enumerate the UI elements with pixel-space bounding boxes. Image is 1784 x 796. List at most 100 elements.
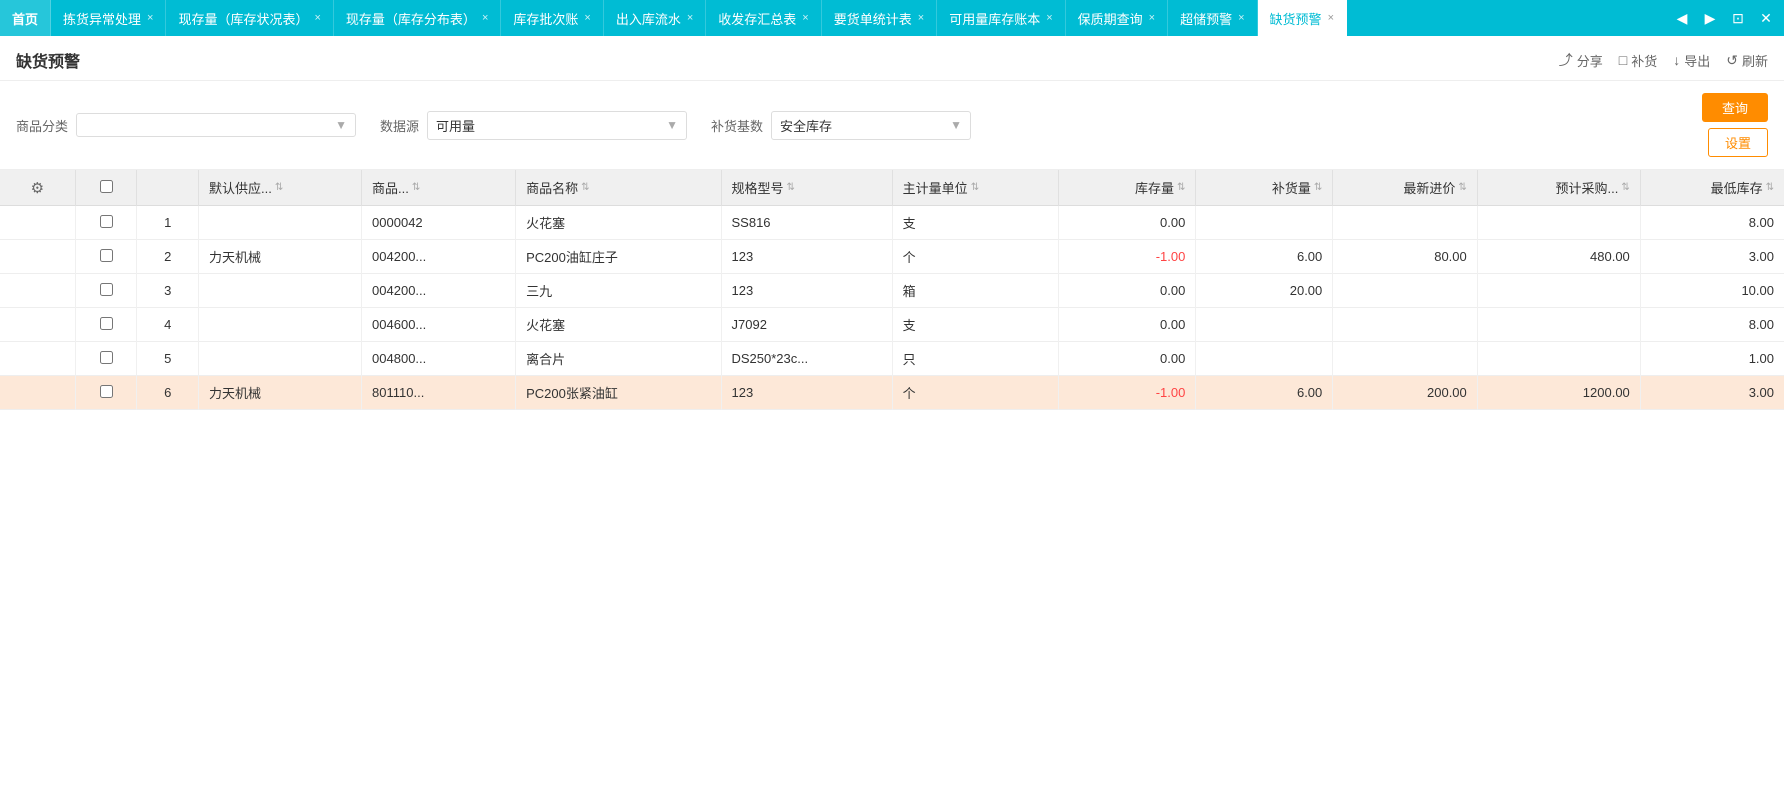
unit-sort-icon[interactable]: ⇅ xyxy=(971,182,979,193)
td-supplier-2 xyxy=(199,274,362,308)
nav-tab-11[interactable]: 缺货预警 × xyxy=(1258,0,1347,36)
category-filter-group: 商品分类 ▼ xyxy=(16,113,356,137)
replenish-filter-label: 补货基数 xyxy=(711,116,763,135)
purchase-sort-icon[interactable]: ⇅ xyxy=(1621,182,1629,193)
nav-tab-5-close[interactable]: × xyxy=(687,12,693,24)
nav-tab-1[interactable]: 拣货异常处理 × xyxy=(51,0,166,36)
category-select[interactable]: ▼ xyxy=(76,113,356,137)
nav-tab-2-close[interactable]: × xyxy=(314,12,320,24)
page-header: 缺货预警 ⤴ 分享 □ 补货 ↓ 导出 ↺ 刷新 xyxy=(0,36,1784,81)
nav-tab-home-label: 首页 xyxy=(12,9,38,28)
nav-restore-button[interactable]: ⊡ xyxy=(1724,4,1752,32)
nav-tab-2-label: 现存量（库存状况表） xyxy=(178,9,308,28)
th-settings[interactable]: ⚙ xyxy=(0,170,75,206)
nav-close-all-button[interactable]: ✕ xyxy=(1752,4,1780,32)
replenish-action[interactable]: □ 补货 xyxy=(1619,51,1657,70)
refresh-action[interactable]: ↺ 刷新 xyxy=(1726,51,1768,70)
td-unit-0: 支 xyxy=(892,206,1059,240)
nav-tab-5-label: 出入库流水 xyxy=(616,9,681,28)
top-nav: 首页 拣货异常处理 × 现存量（库存状况表） × 现存量（库存分布表） × 库存… xyxy=(0,0,1784,36)
supplier-sort-icon[interactable]: ⇅ xyxy=(275,182,283,193)
nav-tab-7[interactable]: 要货单统计表 × xyxy=(822,0,937,36)
th-replenish: 补货量⇅ xyxy=(1196,170,1333,206)
row-checkbox-1[interactable] xyxy=(100,249,113,262)
table-row: 5 004800... 离合片 DS250*23c... 只 0.00 1.00 xyxy=(0,342,1784,376)
td-stock-2: 0.00 xyxy=(1059,274,1196,308)
row-checkbox-0[interactable] xyxy=(100,215,113,228)
td-unit-1: 个 xyxy=(892,240,1059,274)
min-stock-sort-icon[interactable]: ⇅ xyxy=(1766,182,1774,193)
nav-tab-1-label: 拣货异常处理 xyxy=(63,9,141,28)
row-checkbox-2[interactable] xyxy=(100,283,113,296)
row-checkbox-5[interactable] xyxy=(100,385,113,398)
nav-tab-9[interactable]: 保质期查询 × xyxy=(1066,0,1168,36)
nav-tab-4[interactable]: 库存批次账 × xyxy=(501,0,603,36)
nav-tab-8[interactable]: 可用量库存账本 × xyxy=(937,0,1065,36)
th-check[interactable] xyxy=(75,170,137,206)
nav-tab-5[interactable]: 出入库流水 × xyxy=(604,0,706,36)
nav-tab-10-close[interactable]: × xyxy=(1238,12,1244,24)
nav-prev-button[interactable]: ◀ xyxy=(1668,4,1696,32)
nav-tab-8-close[interactable]: × xyxy=(1046,12,1052,24)
td-check-2[interactable] xyxy=(75,274,137,308)
nav-tab-7-close[interactable]: × xyxy=(918,12,924,24)
export-action[interactable]: ↓ 导出 xyxy=(1673,51,1710,70)
nav-tab-9-label: 保质期查询 xyxy=(1078,9,1143,28)
settings-gear-icon[interactable]: ⚙ xyxy=(31,180,44,197)
nav-tab-11-label: 缺货预警 xyxy=(1270,9,1322,28)
data-table: ⚙ 默认供应...⇅ 商品...⇅ 商品名称⇅ xyxy=(0,170,1784,410)
td-min-stock-0: 8.00 xyxy=(1640,206,1784,240)
replenish-sort-icon[interactable]: ⇅ xyxy=(1314,182,1322,193)
th-stock-label: 库存量 xyxy=(1135,178,1174,197)
price-sort-icon[interactable]: ⇅ xyxy=(1458,182,1466,193)
th-price: 最新进价⇅ xyxy=(1333,170,1477,206)
td-name-5: PC200张紧油缸 xyxy=(516,376,721,410)
settings-button[interactable]: 设置 xyxy=(1708,128,1768,157)
td-check-5[interactable] xyxy=(75,376,137,410)
nav-tab-10[interactable]: 超储预警 × xyxy=(1168,0,1257,36)
replenish-select-arrow: ▼ xyxy=(950,118,962,132)
td-purchase-0 xyxy=(1477,206,1640,240)
row-checkbox-3[interactable] xyxy=(100,317,113,330)
row-checkbox-4[interactable] xyxy=(100,351,113,364)
nav-tab-3[interactable]: 现存量（库存分布表） × xyxy=(334,0,501,36)
nav-tab-9-close[interactable]: × xyxy=(1149,12,1155,24)
td-settings-2 xyxy=(0,274,75,308)
nav-tab-11-close[interactable]: × xyxy=(1328,12,1334,24)
nav-tab-4-close[interactable]: × xyxy=(584,12,590,24)
nav-next-button[interactable]: ▶ xyxy=(1696,4,1724,32)
query-button[interactable]: 查询 xyxy=(1702,93,1768,122)
nav-tab-1-close[interactable]: × xyxy=(147,12,153,24)
td-unit-5: 个 xyxy=(892,376,1059,410)
td-check-1[interactable] xyxy=(75,240,137,274)
nav-tab-home[interactable]: 首页 xyxy=(0,0,51,36)
stock-sort-icon[interactable]: ⇅ xyxy=(1177,182,1185,193)
td-check-4[interactable] xyxy=(75,342,137,376)
td-check-0[interactable] xyxy=(75,206,137,240)
td-seq-3: 4 xyxy=(137,308,199,342)
code-sort-icon[interactable]: ⇅ xyxy=(412,182,420,193)
td-name-4: 离合片 xyxy=(516,342,721,376)
page-content: 缺货预警 ⤴ 分享 □ 补货 ↓ 导出 ↺ 刷新 商品分类 xyxy=(0,36,1784,796)
td-stock-0: 0.00 xyxy=(1059,206,1196,240)
replenish-select[interactable]: 安全库存 ▼ xyxy=(771,111,971,140)
td-spec-0: SS816 xyxy=(721,206,892,240)
share-action[interactable]: ⤴ 分享 xyxy=(1559,50,1603,70)
select-all-checkbox[interactable] xyxy=(100,180,113,193)
spec-sort-icon[interactable]: ⇅ xyxy=(787,182,795,193)
td-min-stock-1: 3.00 xyxy=(1640,240,1784,274)
td-check-3[interactable] xyxy=(75,308,137,342)
td-code-4: 004800... xyxy=(362,342,516,376)
nav-tab-3-close[interactable]: × xyxy=(482,12,488,24)
table-row: 4 004600... 火花塞 J7092 支 0.00 8.00 xyxy=(0,308,1784,342)
td-spec-1: 123 xyxy=(721,240,892,274)
nav-tab-6-close[interactable]: × xyxy=(802,12,808,24)
nav-tab-3-label: 现存量（库存分布表） xyxy=(346,9,476,28)
nav-tab-6[interactable]: 收发存汇总表 × xyxy=(706,0,821,36)
name-sort-icon[interactable]: ⇅ xyxy=(581,182,589,193)
td-supplier-0 xyxy=(199,206,362,240)
td-min-stock-4: 1.00 xyxy=(1640,342,1784,376)
nav-tab-2[interactable]: 现存量（库存状况表） × xyxy=(166,0,333,36)
datasource-select[interactable]: 可用量 ▼ xyxy=(427,111,687,140)
th-price-label: 最新进价 xyxy=(1403,178,1455,197)
